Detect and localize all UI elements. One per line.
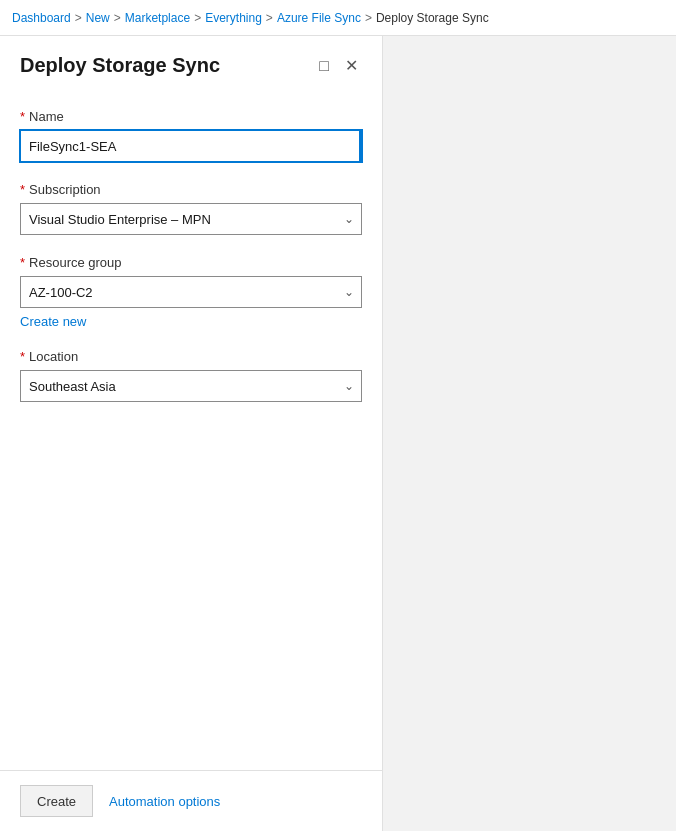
breadcrumb-marketplace[interactable]: Marketplace	[125, 11, 190, 25]
breadcrumb-everything[interactable]: Everything	[205, 11, 262, 25]
deploy-panel: Deploy Storage Sync □ ✕ *Name	[0, 36, 383, 831]
breadcrumb: Dashboard > New > Marketplace > Everythi…	[0, 0, 676, 36]
breadcrumb-sep-2: >	[114, 11, 121, 25]
page-title: Deploy Storage Sync	[20, 54, 220, 77]
automation-options-button[interactable]: Automation options	[109, 788, 220, 815]
resource-group-label: *Resource group	[20, 255, 362, 270]
location-select[interactable]: Southeast Asia East US West US West Euro…	[20, 370, 362, 402]
resource-group-required-star: *	[20, 255, 25, 270]
subscription-form-group: *Subscription Visual Studio Enterprise –…	[20, 182, 362, 235]
resource-group-form-group: *Resource group AZ-100-C2 ⌄ Create new	[20, 255, 362, 329]
name-required-star: *	[20, 109, 25, 124]
location-required-star: *	[20, 349, 25, 364]
panel-header: Deploy Storage Sync □ ✕	[0, 36, 382, 89]
location-form-group: *Location Southeast Asia East US West US…	[20, 349, 362, 402]
name-input[interactable]	[20, 130, 362, 162]
close-icon: ✕	[345, 56, 358, 75]
resource-group-select[interactable]: AZ-100-C2	[20, 276, 362, 308]
name-label: *Name	[20, 109, 362, 124]
subscription-select-wrapper: Visual Studio Enterprise – MPN ⌄	[20, 203, 362, 235]
breadcrumb-sep-3: >	[194, 11, 201, 25]
breadcrumb-dashboard[interactable]: Dashboard	[12, 11, 71, 25]
breadcrumb-azure-file-sync[interactable]: Azure File Sync	[277, 11, 361, 25]
subscription-required-star: *	[20, 182, 25, 197]
breadcrumb-sep-4: >	[266, 11, 273, 25]
resource-group-select-wrapper: AZ-100-C2 ⌄	[20, 276, 362, 308]
maximize-button[interactable]: □	[315, 55, 333, 77]
main-container: Deploy Storage Sync □ ✕ *Name	[0, 36, 676, 831]
location-select-wrapper: Southeast Asia East US West US West Euro…	[20, 370, 362, 402]
create-new-link[interactable]: Create new	[20, 314, 86, 329]
right-panel	[383, 36, 676, 831]
panel-footer: Create Automation options	[0, 770, 382, 831]
breadcrumb-sep-1: >	[75, 11, 82, 25]
breadcrumb-sep-5: >	[365, 11, 372, 25]
square-icon: □	[319, 57, 329, 75]
header-icons: □ ✕	[315, 54, 362, 77]
subscription-select[interactable]: Visual Studio Enterprise – MPN	[20, 203, 362, 235]
subscription-label: *Subscription	[20, 182, 362, 197]
close-button[interactable]: ✕	[341, 54, 362, 77]
name-input-wrapper	[20, 130, 362, 162]
name-form-group: *Name	[20, 109, 362, 162]
location-label: *Location	[20, 349, 362, 364]
breadcrumb-new[interactable]: New	[86, 11, 110, 25]
panel-body: *Name *Subscription Visual Studio Enterp…	[0, 89, 382, 770]
breadcrumb-deploy-storage-sync: Deploy Storage Sync	[376, 11, 489, 25]
create-button[interactable]: Create	[20, 785, 93, 817]
